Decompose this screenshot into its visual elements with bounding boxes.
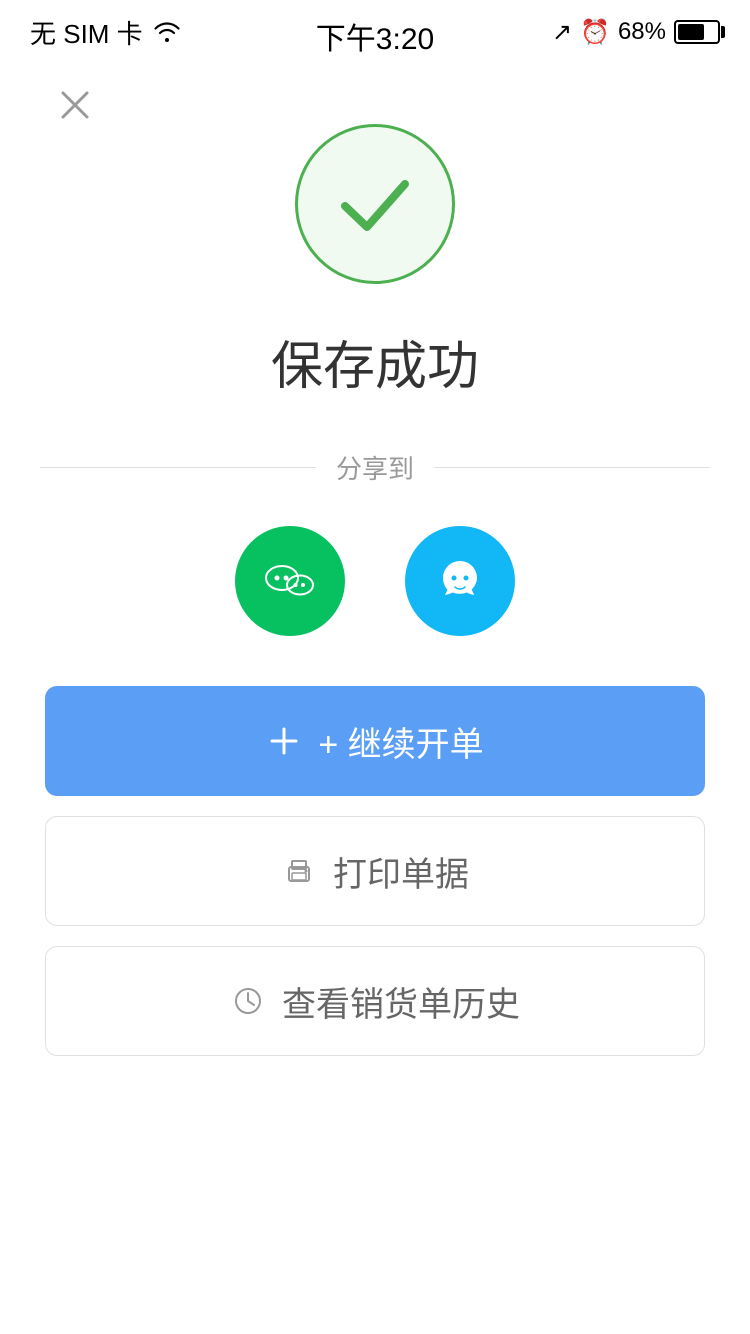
share-section: 分享到 [0,449,750,636]
share-icons [40,526,710,636]
action-buttons: + 继续开单 打印单据 查看销货单历史 [45,686,705,1056]
wifi-icon [153,21,181,43]
wechat-share-button[interactable] [235,526,345,636]
qq-share-button[interactable] [405,526,515,636]
continue-button[interactable]: + 继续开单 [45,686,705,796]
plus-icon [266,723,302,759]
success-title: 保存成功 [271,324,479,399]
status-right: ↗ ⏰ 68% [552,18,720,47]
location-icon: ↗ [552,18,572,47]
checkmark-icon [330,159,420,249]
history-button[interactable]: 查看销货单历史 [45,946,705,1056]
wechat-icon [258,549,322,613]
close-button[interactable] [50,80,100,130]
share-label: 分享到 [336,449,414,486]
success-icon-circle [295,124,455,284]
status-carrier: 无 SIM 卡 [30,14,181,51]
battery-icon [674,20,720,44]
status-time: 下午3:20 [316,14,434,58]
qq-icon [428,549,492,613]
alarm-icon: ⏰ [580,18,610,47]
main-content: 保存成功 分享到 [0,64,750,1056]
status-bar: 无 SIM 卡 下午3:20 ↗ ⏰ 68% [0,0,750,64]
print-button[interactable]: 打印单据 [45,816,705,926]
share-divider: 分享到 [40,449,710,486]
print-icon [281,853,317,889]
history-icon [230,983,266,1019]
battery-percent: 68% [618,18,666,46]
